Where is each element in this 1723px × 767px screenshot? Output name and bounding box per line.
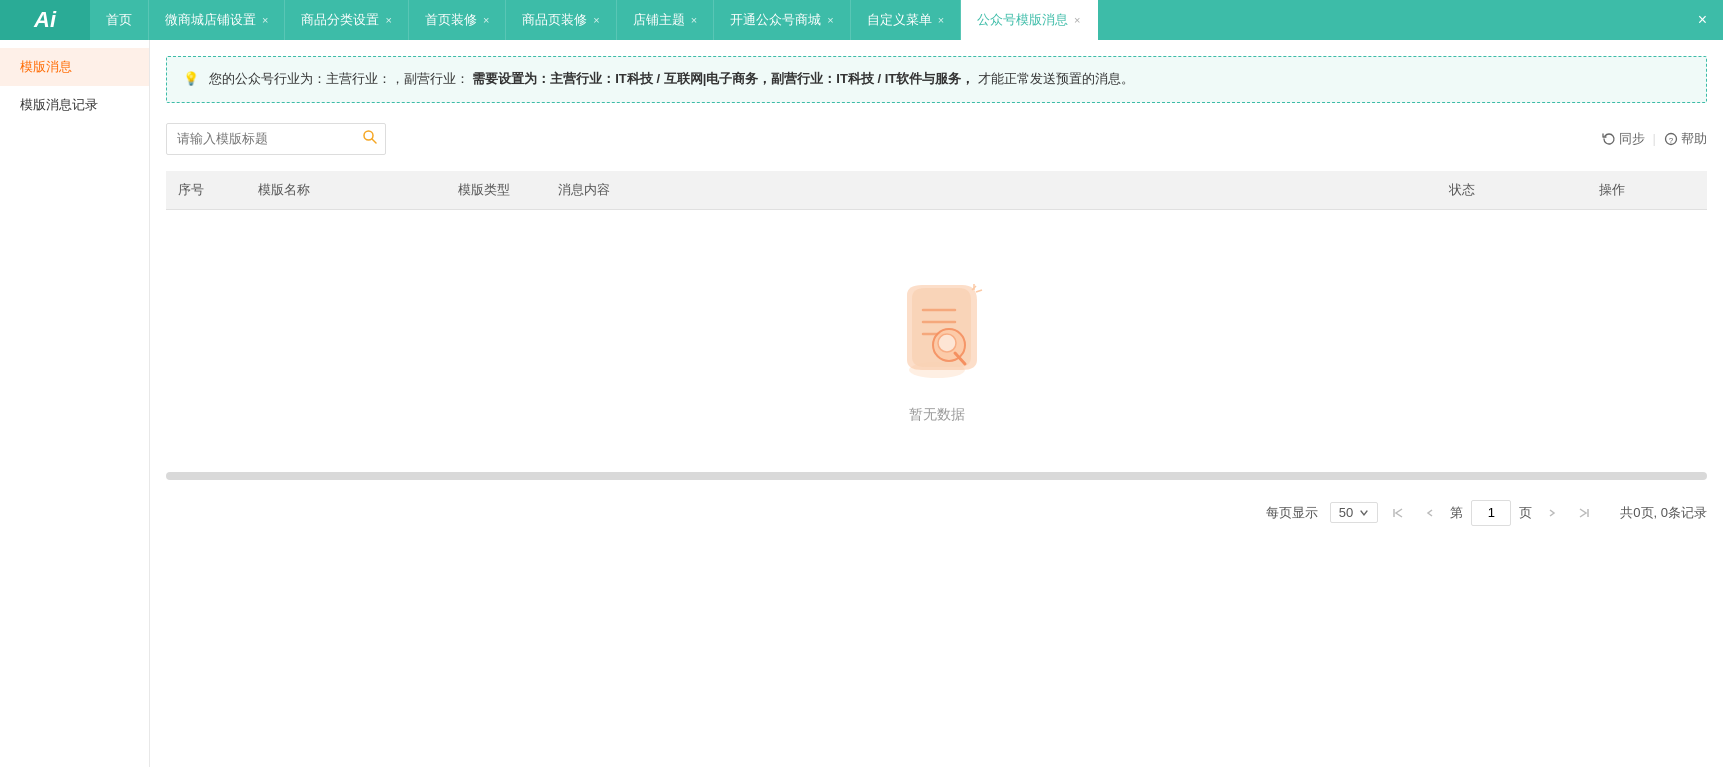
sync-button[interactable]: 同步 <box>1602 130 1645 148</box>
content-area: 💡 您的公众号行业为：主营行业：，副营行业： 需要设置为：主营行业：IT科技 /… <box>150 40 1723 767</box>
empty-text: 暂无数据 <box>909 406 965 424</box>
tab-micro-store[interactable]: 微商城店铺设置 × <box>149 0 285 40</box>
page-label-before: 第 <box>1450 504 1463 522</box>
notice-banner: 💡 您的公众号行业为：主营行业：，副营行业： 需要设置为：主营行业：IT科技 /… <box>166 56 1707 103</box>
sidebar-item-template-record[interactable]: 模版消息记录 <box>0 86 149 124</box>
tab-theme[interactable]: 店铺主题 × <box>617 0 714 40</box>
sync-label: 同步 <box>1619 130 1645 148</box>
notice-prefix: 您的公众号行业为：主营行业：，副营行业： <box>209 71 469 86</box>
total-info: 共0页, 0条记录 <box>1620 504 1707 522</box>
refresh-icon <box>1602 132 1616 146</box>
sidebar: 模版消息模版消息记录 <box>0 40 150 767</box>
empty-icon <box>877 270 997 390</box>
col-header-content: 消息内容 <box>546 171 1437 210</box>
pagination: 每页显示 50 第 页 <box>166 488 1707 538</box>
last-page-button[interactable] <box>1572 501 1596 525</box>
next-page-button[interactable] <box>1540 501 1564 525</box>
col-header-action: 操作 <box>1587 171 1707 210</box>
main-layout: 模版消息模版消息记录 💡 您的公众号行业为：主营行业：，副营行业： 需要设置为：… <box>0 40 1723 767</box>
search-bar: 同步 | ? 帮助 <box>166 123 1707 155</box>
tab-close-icon[interactable]: × <box>938 14 944 26</box>
tab-home[interactable]: 首页 <box>90 0 149 40</box>
search-button[interactable] <box>362 129 378 149</box>
tab-close-icon[interactable]: × <box>827 14 833 26</box>
tab-close-icon[interactable]: × <box>593 14 599 26</box>
col-header-status: 状态 <box>1437 171 1587 210</box>
app-logo: Ai <box>0 0 90 40</box>
notice-suffix: 才能正常发送预置的消息。 <box>978 71 1134 86</box>
tab-close-icon[interactable]: × <box>385 14 391 26</box>
divider: | <box>1653 131 1656 146</box>
prev-page-button[interactable] <box>1418 501 1442 525</box>
help-button[interactable]: ? 帮助 <box>1664 130 1707 148</box>
tab-custom-menu[interactable]: 自定义菜单 × <box>851 0 961 40</box>
tab-template-msg[interactable]: 公众号模版消息 × <box>961 0 1097 40</box>
per-page-label: 每页显示 <box>1266 504 1318 522</box>
col-header-name: 模版名称 <box>246 171 446 210</box>
notice-icon: 💡 <box>183 71 199 86</box>
scrollbar[interactable] <box>166 472 1707 480</box>
svg-point-9 <box>938 334 956 352</box>
toolbar-right: 同步 | ? 帮助 <box>1602 130 1707 148</box>
first-page-button[interactable] <box>1386 501 1410 525</box>
tab-open-mall[interactable]: 开通公众号商城 × <box>714 0 850 40</box>
tab-close-icon[interactable]: × <box>262 14 268 26</box>
top-nav: 首页微商城店铺设置 ×商品分类设置 ×首页装修 ×商品页装修 ×店铺主题 ×开通… <box>90 0 1723 40</box>
tab-close-icon[interactable]: × <box>483 14 489 26</box>
col-header-type: 模版类型 <box>446 171 546 210</box>
help-icon: ? <box>1664 132 1678 146</box>
svg-line-1 <box>372 139 376 143</box>
tab-home-decor[interactable]: 首页装修 × <box>409 0 506 40</box>
notice-highlight: 需要设置为：主营行业：IT科技 / 互联网|电子商务，副营行业：IT科技 / I… <box>472 71 974 86</box>
tab-close-icon[interactable]: × <box>1074 14 1080 26</box>
tab-close-icon[interactable]: × <box>691 14 697 26</box>
tab-product-decor[interactable]: 商品页装修 × <box>506 0 616 40</box>
per-page-value: 50 <box>1339 505 1353 520</box>
close-all-button[interactable]: × <box>1682 11 1723 29</box>
svg-line-13 <box>976 290 982 292</box>
help-label: 帮助 <box>1681 130 1707 148</box>
page-label-after: 页 <box>1519 504 1532 522</box>
empty-state: 暂无数据 <box>166 210 1707 464</box>
search-input-wrap <box>166 123 386 155</box>
tab-category[interactable]: 商品分类设置 × <box>285 0 408 40</box>
col-header-index: 序号 <box>166 171 246 210</box>
table-header: 序号模版名称模版类型消息内容状态操作 <box>166 171 1707 210</box>
search-input[interactable] <box>166 123 386 155</box>
per-page-select[interactable]: 50 <box>1330 502 1378 523</box>
data-table: 序号模版名称模版类型消息内容状态操作 <box>166 171 1707 210</box>
chevron-down-icon <box>1359 508 1369 518</box>
svg-text:?: ? <box>1669 136 1674 145</box>
sidebar-item-template-msg[interactable]: 模版消息 <box>0 48 149 86</box>
page-input[interactable] <box>1471 500 1511 526</box>
